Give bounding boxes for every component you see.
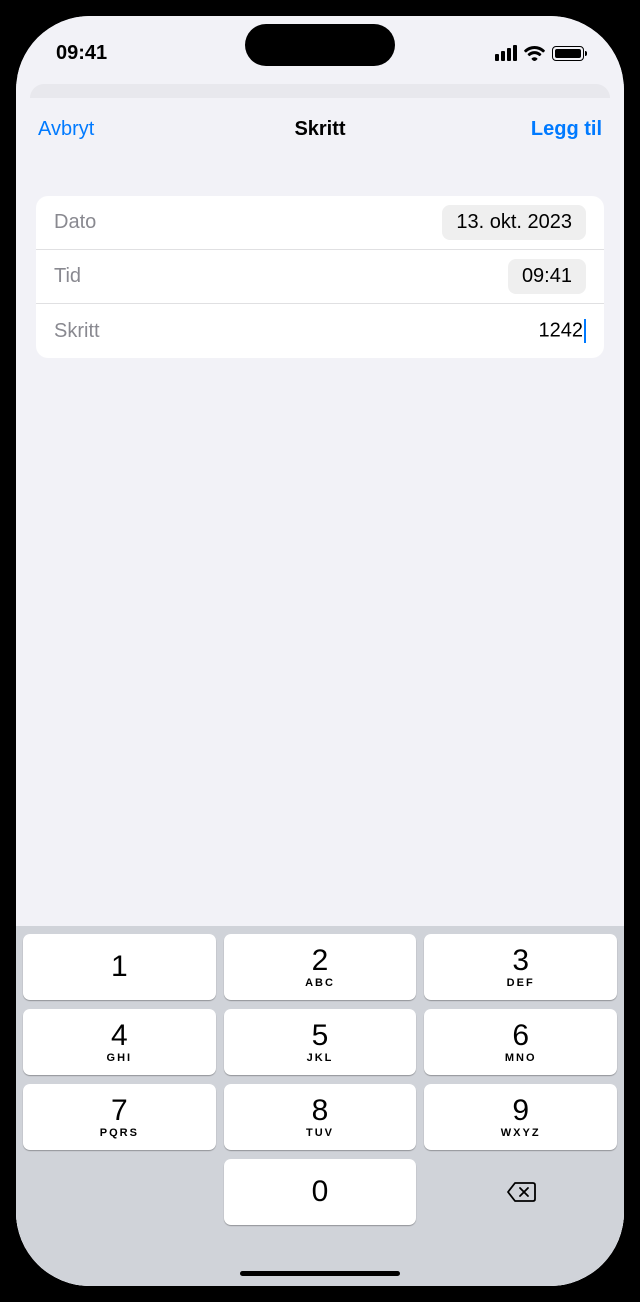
cancel-button[interactable]: Avbryt (38, 118, 94, 141)
key-4[interactable]: 4 GHI (23, 1009, 216, 1075)
key-7[interactable]: 7 PQRS (23, 1084, 216, 1150)
form-section: Dato 13. okt. 2023 Tid 09:41 Skritt 1242 (36, 196, 604, 358)
wifi-icon (524, 45, 545, 61)
battery-icon (552, 46, 584, 61)
navigation-bar: Avbryt Skritt Legg til (16, 98, 624, 160)
status-icons (495, 45, 584, 61)
key-8[interactable]: 8 TUV (224, 1084, 417, 1150)
steps-value: 1242 (539, 319, 584, 341)
dynamic-island (245, 24, 395, 66)
key-2[interactable]: 2 ABC (224, 934, 417, 1000)
key-0[interactable]: 0 (224, 1159, 417, 1225)
time-label: Tid (54, 265, 81, 288)
steps-label: Skritt (54, 320, 100, 343)
modal-sheet: Avbryt Skritt Legg til Dato 13. okt. 202… (16, 98, 624, 1286)
date-picker[interactable]: 13. okt. 2023 (442, 205, 586, 240)
date-label: Dato (54, 211, 96, 234)
time-row: Tid 09:41 (36, 250, 604, 304)
screen: 09:41 Avbryt Skritt (16, 16, 624, 1286)
steps-input[interactable]: 1242 (539, 319, 587, 343)
key-6[interactable]: 6 MNO (424, 1009, 617, 1075)
backspace-icon (506, 1181, 536, 1203)
backspace-button[interactable] (424, 1159, 617, 1225)
numeric-keyboard: 1 2 ABC 3 DEF 4 (16, 926, 624, 1286)
key-3[interactable]: 3 DEF (424, 934, 617, 1000)
key-empty (23, 1159, 216, 1225)
time-picker[interactable]: 09:41 (508, 259, 586, 294)
date-row: Dato 13. okt. 2023 (36, 196, 604, 250)
steps-row: Skritt 1242 (36, 304, 604, 358)
cellular-signal-icon (495, 45, 517, 61)
page-title: Skritt (294, 118, 345, 141)
key-5[interactable]: 5 JKL (224, 1009, 417, 1075)
status-time: 09:41 (56, 42, 107, 65)
add-button[interactable]: Legg til (531, 118, 602, 141)
device-frame: 09:41 Avbryt Skritt (0, 0, 640, 1302)
home-indicator[interactable] (240, 1271, 400, 1276)
modal-backdrop: Avbryt Skritt Legg til Dato 13. okt. 202… (16, 84, 624, 1286)
text-cursor (584, 319, 586, 343)
key-9[interactable]: 9 WXYZ (424, 1084, 617, 1150)
key-1[interactable]: 1 (23, 934, 216, 1000)
